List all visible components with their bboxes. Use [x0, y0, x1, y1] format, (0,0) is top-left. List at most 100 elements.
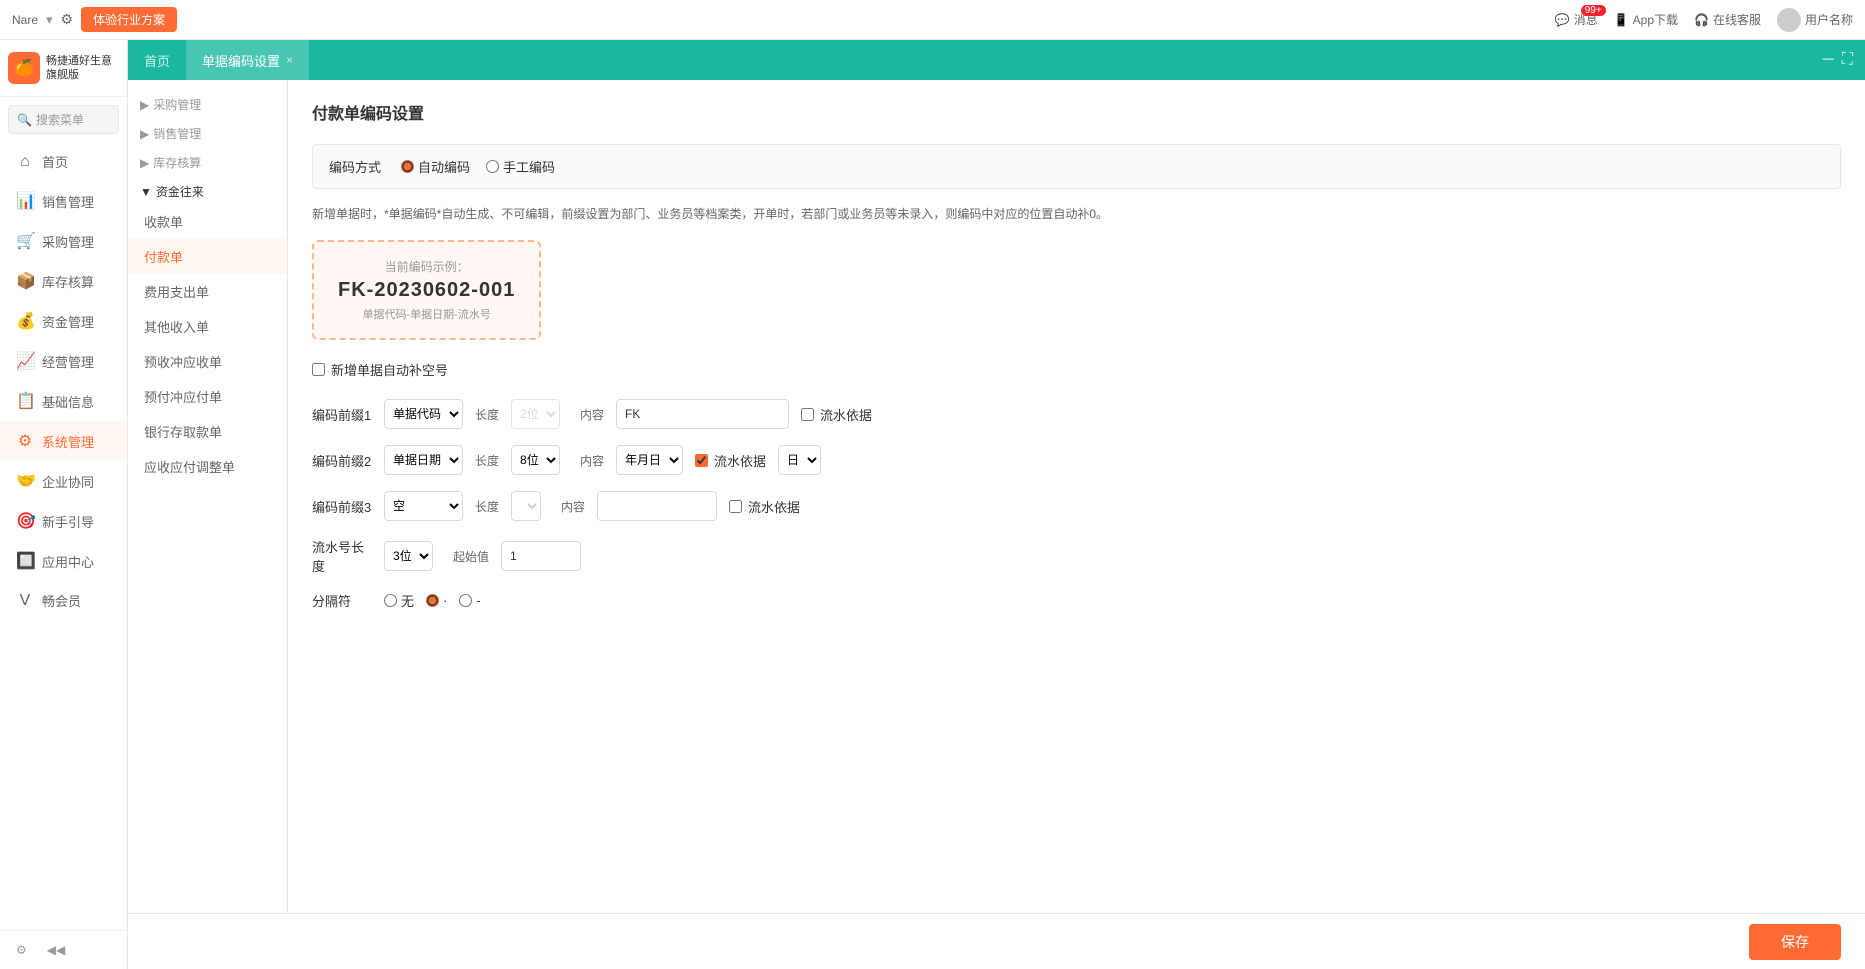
sub-item-expense[interactable]: 费用支出单 — [128, 274, 287, 309]
sidebar-item-label: 库存核算 — [42, 272, 94, 291]
flow2-checkbox-row: 流水依据 — [695, 451, 766, 470]
sidebar-item-system[interactable]: ⚙ 系统管理 — [0, 421, 127, 461]
sub-item-receipt[interactable]: 收款单 — [128, 204, 287, 239]
tab-right: ─ ⛶ — [1822, 51, 1865, 69]
sub-sidebar: ▶ 采购管理 ▶ 销售管理 ▶ 库存核算 ▼ 资金往来 收款单 — [128, 80, 288, 913]
search-icon: 🔍 — [17, 113, 32, 127]
tab-close-icon[interactable]: × — [286, 53, 293, 67]
separator-none-label: 无 — [401, 591, 414, 610]
separator-dot-option[interactable]: · — [426, 593, 447, 608]
collapse-btn[interactable]: ◀◀ — [39, 939, 73, 961]
flow1-checkbox[interactable] — [801, 408, 814, 421]
purchase-icon: 🛒 — [16, 231, 34, 251]
sidebar-item-label: 基础信息 — [42, 392, 94, 411]
settings-footer-btn[interactable]: ⚙ — [8, 939, 35, 961]
tab-current[interactable]: 单据编码设置 × — [186, 40, 309, 80]
sub-item-advance-receipt[interactable]: 预收冲应收单 — [128, 344, 287, 379]
sidebar-nav: ⌂ 首页 📊 销售管理 🛒 采购管理 📦 库存核算 💰 资金管理 📈 经营 — [0, 142, 127, 930]
home-icon: ⌂ — [16, 153, 34, 171]
flow1-checkbox-row: 流水依据 — [801, 405, 872, 424]
manual-code-label: 手工编码 — [503, 157, 555, 176]
prefix3-label: 编码前缀3 — [312, 497, 372, 516]
serial-start-input[interactable] — [501, 541, 581, 571]
preview-box: 当前编码示例： FK-20230602-001 单据代码-单据日期-流水号 — [312, 240, 541, 340]
dropdown-arrow-icon[interactable]: ▾ — [46, 12, 53, 28]
sidebar-item-label: 资金管理 — [42, 312, 94, 331]
auto-code-radio[interactable] — [401, 160, 414, 173]
sub-item-other-income[interactable]: 其他收入单 — [128, 309, 287, 344]
coding-method-row: 编码方式 自动编码 手工编码 — [312, 144, 1841, 189]
experience-btn[interactable]: 体验行业方案 — [81, 7, 177, 32]
auto-code-option[interactable]: 自动编码 — [401, 157, 470, 176]
top-bar-right: 💬 消息 99+ 📱 App下载 🎧 在线客服 用户名称 — [1555, 8, 1853, 32]
prefix2-label: 编码前缀2 — [312, 451, 372, 470]
app-download-item[interactable]: 📱 App下载 — [1614, 11, 1678, 28]
settings-icon[interactable]: ⚙ — [61, 11, 74, 28]
sidebar-item-basic[interactable]: 📋 基础信息 — [0, 381, 127, 421]
logo-icon: 🍊 — [8, 52, 40, 84]
minimize-icon[interactable]: ─ — [1822, 51, 1833, 69]
manual-code-option[interactable]: 手工编码 — [486, 157, 555, 176]
prefix2-select[interactable]: 单据代码 单据日期 空 — [384, 445, 463, 475]
length2-select[interactable]: 2位 4位 6位 8位 — [511, 445, 560, 475]
sub-item-advance-payment[interactable]: 预付冲应付单 — [128, 379, 287, 414]
separator-dash-option[interactable]: - — [459, 593, 480, 608]
length1-select[interactable]: 2位 4位 — [511, 399, 560, 429]
prefix1-select[interactable]: 单据代码 单据日期 空 部门 业务员 — [384, 399, 463, 429]
flow2-checkbox[interactable] — [695, 454, 708, 467]
message-icon: 💬 — [1555, 13, 1570, 27]
search-button[interactable]: 🔍 搜索菜单 — [8, 105, 119, 134]
sidebar-item-label: 系统管理 — [42, 432, 94, 451]
sub-item-adjustment[interactable]: 应收应付调整单 — [128, 449, 287, 484]
sidebar-item-purchase[interactable]: 🛒 采购管理 — [0, 221, 127, 261]
sub-group-purchase[interactable]: ▶ 采购管理 — [128, 88, 287, 117]
save-button[interactable]: 保存 — [1749, 924, 1841, 960]
sidebar-item-guide[interactable]: 🎯 新手引导 — [0, 501, 127, 541]
prefix-row-3: 编码前缀3 单据代码 单据日期 空 长度 内容 流水依据 — [312, 491, 1841, 521]
sub-group-inventory[interactable]: ▶ 库存核算 — [128, 146, 287, 175]
online-service-item[interactable]: 🎧 在线客服 — [1694, 11, 1761, 28]
flow2-unit-select[interactable]: 日 月 年 — [778, 445, 821, 475]
manual-code-radio[interactable] — [486, 160, 499, 173]
message-item[interactable]: 💬 消息 99+ — [1555, 11, 1598, 28]
sidebar-item-sales[interactable]: 📊 销售管理 — [0, 181, 127, 221]
chevron-down-icon: ▼ — [140, 185, 152, 199]
sub-group-sales[interactable]: ▶ 销售管理 — [128, 117, 287, 146]
sidebar-item-finance[interactable]: 💰 资金管理 — [0, 301, 127, 341]
auto-fill-checkbox[interactable] — [312, 363, 325, 376]
sidebar-item-inventory[interactable]: 📦 库存核算 — [0, 261, 127, 301]
length2-label: 长度 — [475, 452, 499, 469]
chevron-right-icon: ▶ — [140, 98, 149, 112]
length3-select[interactable] — [511, 491, 541, 521]
content1-input[interactable] — [616, 399, 789, 429]
separator-none-radio[interactable] — [384, 594, 397, 607]
member-icon: V — [16, 592, 34, 610]
preview-label: 当前编码示例： — [338, 258, 515, 275]
separator-none-option[interactable]: 无 — [384, 591, 414, 610]
flow3-checkbox[interactable] — [729, 500, 742, 513]
maximize-icon[interactable]: ⛶ — [1842, 51, 1853, 69]
message-badge: 99+ — [1581, 5, 1606, 16]
sidebar-item-enterprise[interactable]: 🤝 企业协同 — [0, 461, 127, 501]
user-name: 用户名称 — [1805, 11, 1853, 28]
sidebar-item-member[interactable]: V 畅会员 — [0, 581, 127, 620]
sub-group-finance[interactable]: ▼ 资金往来 — [128, 175, 287, 204]
sidebar-item-home[interactable]: ⌂ 首页 — [0, 142, 127, 181]
content3-input[interactable] — [597, 491, 717, 521]
sidebar-item-operation[interactable]: 📈 经营管理 — [0, 341, 127, 381]
sidebar-item-label: 经营管理 — [42, 352, 94, 371]
tab-home[interactable]: 首页 — [128, 40, 186, 80]
prefix3-select[interactable]: 单据代码 单据日期 空 — [384, 491, 463, 521]
serial-length-select[interactable]: 3位 4位 5位 6位 — [384, 541, 433, 571]
user-item[interactable]: 用户名称 — [1777, 8, 1853, 32]
sub-item-bank-deposit[interactable]: 银行存取款单 — [128, 414, 287, 449]
sidebar-item-apps[interactable]: 🔲 应用中心 — [0, 541, 127, 581]
radio-group: 自动编码 手工编码 — [401, 157, 555, 176]
content2-select[interactable]: 年月日 年月 年 — [616, 445, 683, 475]
top-bar-left: Nare ▾ ⚙ 体验行业方案 — [12, 7, 1547, 32]
separator-dot-radio[interactable] — [426, 594, 439, 607]
sub-item-payment[interactable]: 付款单 — [128, 239, 287, 274]
guide-icon: 🎯 — [16, 511, 34, 531]
sidebar-search[interactable]: 🔍 搜索菜单 — [0, 97, 127, 142]
separator-dash-radio[interactable] — [459, 594, 472, 607]
